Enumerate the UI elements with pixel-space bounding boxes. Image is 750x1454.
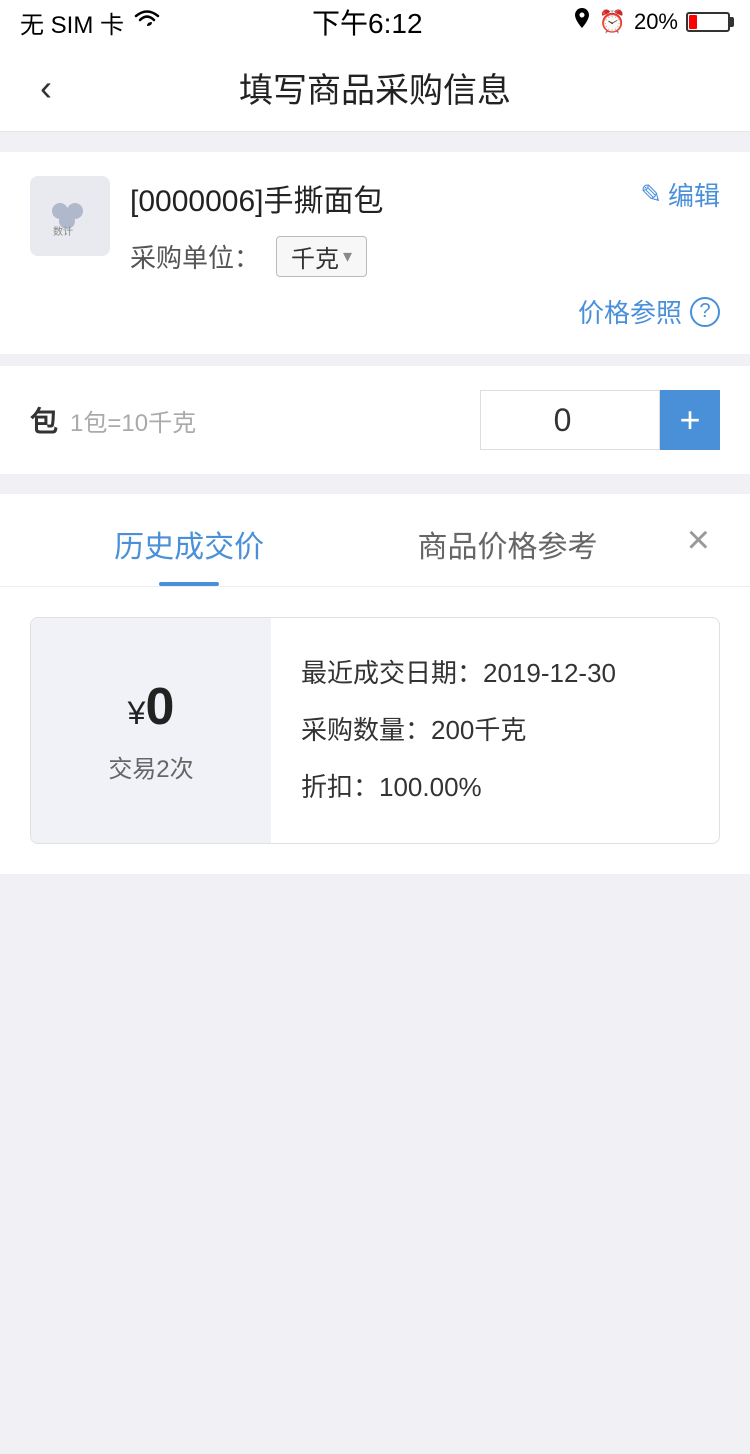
tab-product-price-ref[interactable]: 商品价格参考	[348, 494, 666, 586]
tabs-content: ¥0 交易2次 最近成交日期：2019-12-30 采购数量：200千克 折扣：…	[0, 587, 750, 874]
product-unit-row: 采购单位： 千克 ▾	[130, 236, 383, 277]
tab-price-ref-label: 商品价格参考	[417, 531, 597, 564]
product-thumbnail: 数计	[30, 176, 110, 256]
unit-selector[interactable]: 千克 ▾	[276, 236, 367, 277]
nav-bar: ‹ 填写商品采购信息	[0, 44, 750, 132]
empty-area	[0, 874, 750, 1454]
recent-date-label: 最近成交日期：	[301, 658, 483, 688]
battery-percent: 20%	[634, 9, 678, 35]
status-time: 下午6:12	[312, 2, 423, 42]
history-card-right: 最近成交日期：2019-12-30 采购数量：200千克 折扣：100.00%	[271, 618, 719, 843]
unit-value: 千克	[291, 239, 339, 274]
wifi-icon	[132, 8, 162, 37]
battery-icon	[686, 12, 730, 32]
quantity-plus-button[interactable]: +	[660, 390, 720, 450]
status-left: 无 SIM 卡	[20, 5, 162, 40]
tabs-header: 历史成交价 商品价格参考 ×	[0, 494, 750, 587]
history-card-left: ¥0 交易2次	[31, 618, 271, 843]
quantity-detail-value: 200千克	[431, 715, 526, 745]
product-card: 数计 [0000006]手撕面包 采购单位： 千克 ▾ ✎ 编辑 价格参照	[0, 152, 750, 354]
divider	[0, 354, 750, 366]
price-value: 0	[145, 678, 174, 736]
price-ref-button[interactable]: 价格参照 ?	[578, 293, 720, 330]
tab-active-indicator	[159, 582, 219, 586]
history-price: ¥0	[128, 677, 175, 737]
page-title: 填写商品采购信息	[239, 63, 511, 112]
discount-value: 100.00%	[379, 772, 482, 802]
product-info: [0000006]手撕面包 采购单位： 千克 ▾	[130, 176, 383, 277]
sim-label: 无 SIM 卡	[20, 5, 124, 40]
recent-date-value: 2019-12-30	[483, 658, 616, 688]
edit-label: 编辑	[668, 176, 720, 213]
status-bar: 无 SIM 卡 下午6:12 ⏰ 20%	[0, 0, 750, 44]
tabs-close-button[interactable]: ×	[667, 510, 720, 570]
price-ref-row: 价格参照 ?	[30, 293, 720, 330]
history-card: ¥0 交易2次 最近成交日期：2019-12-30 采购数量：200千克 折扣：…	[30, 617, 720, 844]
back-button[interactable]: ‹	[30, 57, 62, 119]
help-icon: ?	[690, 297, 720, 327]
quantity-detail-label: 采购数量：	[301, 715, 431, 745]
edit-button[interactable]: ✎ 编辑	[640, 176, 720, 213]
quantity-label-wrap: 包 1包=10千克	[30, 400, 196, 440]
currency-symbol: ¥	[128, 695, 146, 731]
quantity-input[interactable]	[480, 390, 660, 450]
alarm-icon: ⏰	[599, 9, 626, 35]
tabs-panel: 历史成交价 商品价格参考 × ¥0 交易2次 最近成交日期：2019-12-30…	[0, 494, 750, 874]
recent-date-row: 最近成交日期：2019-12-30	[301, 654, 689, 693]
product-header: 数计 [0000006]手撕面包 采购单位： 千克 ▾ ✎ 编辑	[30, 176, 720, 277]
unit-hint: 1包=10千克	[70, 403, 196, 438]
edit-icon: ✎	[640, 179, 662, 210]
trade-count: 交易2次	[108, 749, 193, 784]
product-left: 数计 [0000006]手撕面包 采购单位： 千克 ▾	[30, 176, 383, 277]
discount-row: 折扣：100.00%	[301, 768, 689, 807]
location-icon	[573, 8, 591, 36]
tab-history-price[interactable]: 历史成交价	[30, 494, 348, 586]
product-name: [0000006]手撕面包	[130, 176, 383, 220]
quantity-input-wrap: +	[480, 390, 720, 450]
status-right: ⏰ 20%	[573, 8, 730, 36]
quantity-row-detail: 采购数量：200千克	[301, 711, 689, 750]
dropdown-icon: ▾	[343, 246, 352, 267]
discount-label: 折扣：	[301, 772, 379, 802]
tab-history-label: 历史成交价	[114, 531, 264, 564]
quantity-row: 包 1包=10千克 +	[0, 366, 750, 474]
unit-icon-label: 包	[30, 400, 58, 440]
unit-label: 采购单位：	[130, 238, 260, 275]
price-ref-label: 价格参照	[578, 293, 682, 330]
svg-text:数计: 数计	[53, 225, 73, 238]
